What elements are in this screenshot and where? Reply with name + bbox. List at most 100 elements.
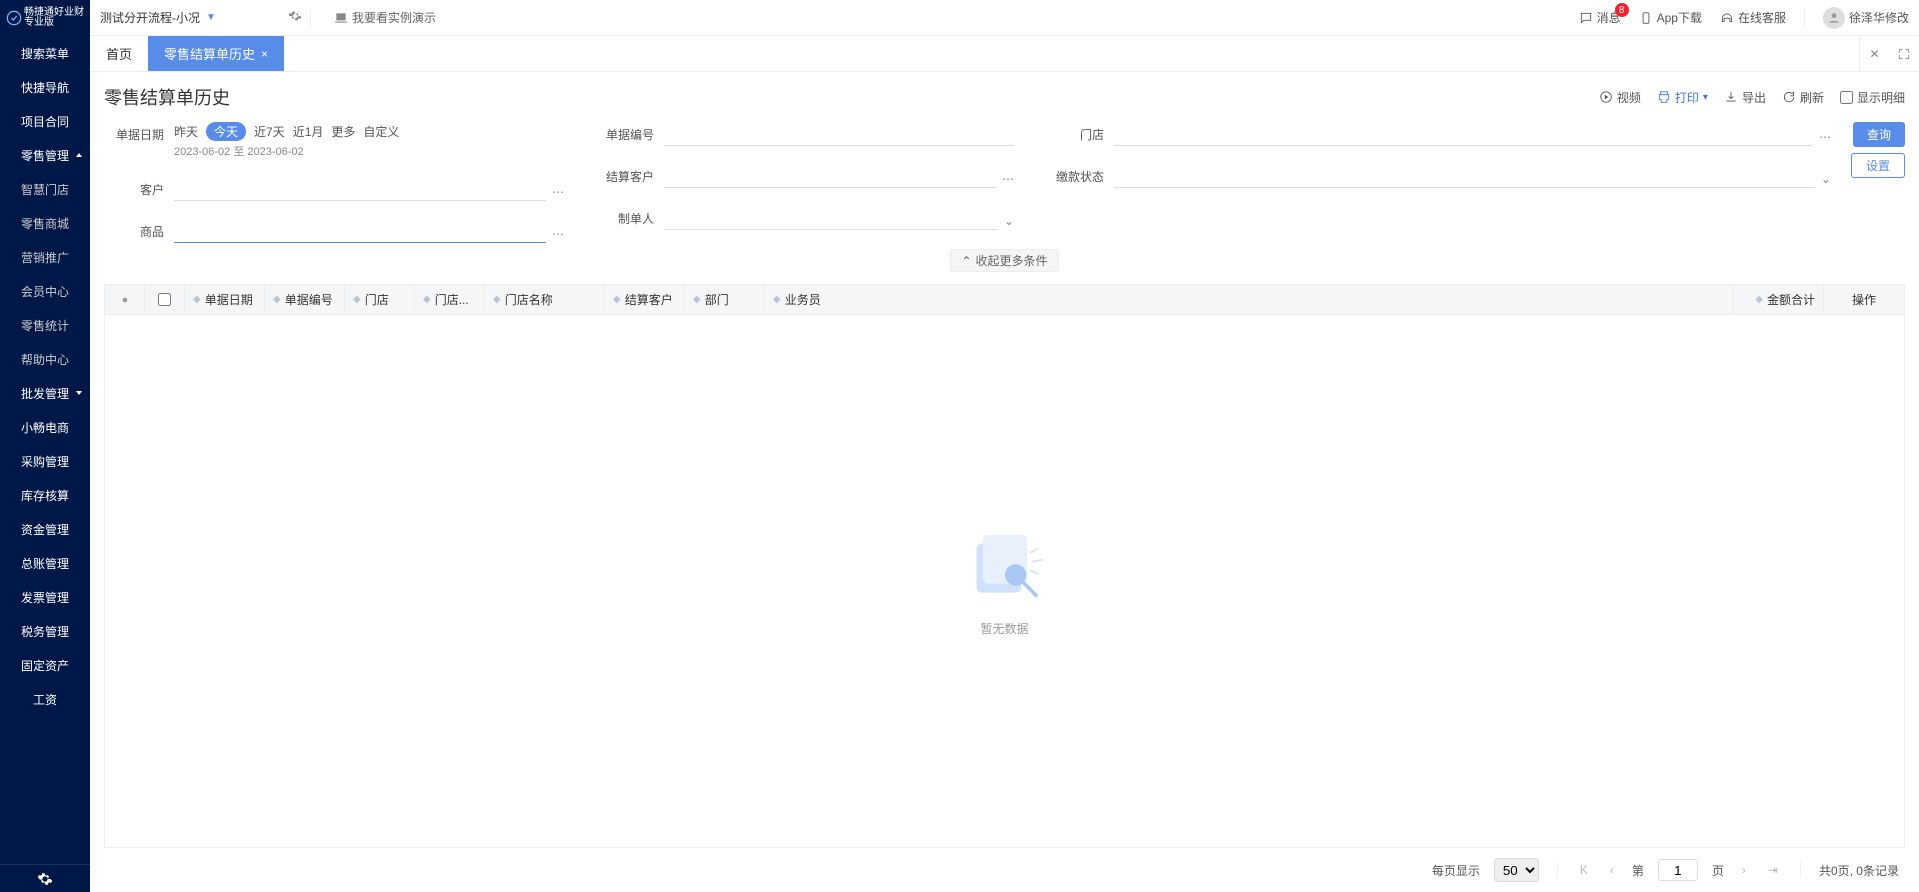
empty-text: 暂无数据: [980, 620, 1028, 637]
date-preset[interactable]: 昨天: [174, 123, 198, 140]
sidebar-item[interactable]: 固定资产: [0, 648, 90, 682]
messages-button[interactable]: 消息 8: [1579, 9, 1621, 26]
sidebar-subitem[interactable]: 营销推广: [0, 240, 90, 274]
col-store-ext[interactable]: ◆门店...: [415, 285, 485, 314]
sidebar-settings[interactable]: [0, 864, 90, 892]
export-action[interactable]: 导出: [1724, 89, 1766, 106]
maker-input[interactable]: [664, 206, 998, 230]
col-settle-customer[interactable]: ◆结算客户: [605, 285, 685, 314]
date-preset[interactable]: 自定义: [363, 123, 399, 140]
brand-line2: 专业版: [24, 18, 84, 28]
tab-home[interactable]: 首页: [90, 36, 148, 71]
video-action[interactable]: 视频: [1599, 89, 1641, 106]
date-preset[interactable]: 近7天: [254, 123, 285, 140]
table-settings-col[interactable]: [105, 285, 145, 314]
sidebar-item[interactable]: 库存核算: [0, 478, 90, 512]
show-detail-label: 显示明细: [1857, 89, 1905, 106]
sidebar-item[interactable]: 总账管理: [0, 546, 90, 580]
chevron-down-icon[interactable]: ⌄: [1821, 172, 1831, 188]
customer-input[interactable]: [174, 177, 546, 201]
divider: [1804, 9, 1805, 27]
chevron-down-icon: ▼: [206, 12, 216, 23]
col-salesman[interactable]: ◆业务员: [765, 285, 1734, 314]
show-detail-checkbox[interactable]: [1840, 91, 1853, 104]
sort-icon: ◆: [193, 294, 201, 305]
sort-icon: ◆: [693, 294, 701, 305]
per-page-select[interactable]: 50: [1494, 858, 1539, 882]
more-icon[interactable]: ⋯: [552, 185, 564, 201]
goods-input[interactable]: [174, 219, 546, 243]
more-icon[interactable]: ⋯: [1002, 172, 1014, 188]
fullscreen-button[interactable]: [1889, 47, 1919, 61]
query-button[interactable]: 查询: [1853, 122, 1905, 147]
sidebar-subitem[interactable]: 帮助中心: [0, 342, 90, 376]
select-all-checkbox[interactable]: [158, 293, 171, 306]
sidebar-item[interactable]: 资金管理: [0, 512, 90, 546]
close-all-tabs-button[interactable]: ✕: [1859, 36, 1889, 72]
play-icon: [1599, 90, 1613, 104]
page-actions: 视频 打印▾ 导出 刷新 显示明细: [1599, 89, 1905, 106]
settle-customer-input[interactable]: [664, 164, 996, 188]
col-store[interactable]: ◆门店: [345, 285, 415, 314]
entity-settings-icon[interactable]: [288, 9, 302, 26]
sidebar-subitem[interactable]: 零售统计: [0, 308, 90, 342]
col-dept[interactable]: ◆部门: [685, 285, 765, 314]
first-page-button[interactable]: K: [1576, 863, 1592, 877]
tab-retail-settlement-history[interactable]: 零售结算单历史 ×: [148, 36, 284, 71]
col-no[interactable]: ◆单据编号: [265, 285, 345, 314]
entity-selector[interactable]: 测试分开流程-小况 ▼: [100, 9, 280, 26]
doc-no-input[interactable]: [664, 122, 1014, 146]
sidebar-item[interactable]: 发票管理: [0, 580, 90, 614]
refresh-label: 刷新: [1800, 89, 1824, 106]
user-menu[interactable]: 徐泽华修改: [1823, 7, 1909, 29]
sidebar-item[interactable]: 批发管理: [0, 376, 90, 410]
filter-settings-button[interactable]: 设置: [1851, 153, 1905, 178]
page-head: 零售结算单历史 视频 打印▾ 导出 刷新 显示明细: [90, 72, 1919, 116]
col-amount[interactable]: ◆金额合计: [1734, 285, 1824, 314]
app-download-button[interactable]: App下载: [1639, 9, 1702, 26]
more-icon[interactable]: ⋯: [1819, 130, 1831, 146]
select-all-col[interactable]: [145, 285, 185, 314]
sidebar-item[interactable]: 采购管理: [0, 444, 90, 478]
collapse-label: 收起更多条件: [976, 252, 1048, 269]
online-service-button[interactable]: 在线客服: [1720, 9, 1786, 26]
sidebar-item[interactable]: 小畅电商: [0, 410, 90, 444]
date-preset[interactable]: 今天: [206, 122, 246, 141]
pagination: 每页显示 50 K ‹ 第 页 › ⇥ 共0页, 0条记录: [90, 848, 1919, 892]
sidebar-item[interactable]: 项目合同: [0, 104, 90, 138]
page-input[interactable]: [1658, 859, 1698, 881]
sidebar-item[interactable]: 搜索菜单: [0, 36, 90, 70]
filter-date: 单据日期 昨天今天近7天近1月更多自定义 2023-06-02 至 2023-0…: [104, 122, 564, 159]
date-range-text: 2023-06-02 至 2023-06-02: [174, 143, 564, 159]
sidebar-item[interactable]: 快捷导航: [0, 70, 90, 104]
entity-name: 测试分开流程-小况: [100, 9, 200, 26]
prev-page-button[interactable]: ‹: [1606, 863, 1618, 877]
demo-link[interactable]: 我要看实例演示: [334, 9, 436, 26]
print-action[interactable]: 打印▾: [1657, 89, 1708, 106]
chevron-down-icon[interactable]: ⌄: [1004, 214, 1014, 230]
sidebar-item[interactable]: 工资: [0, 682, 90, 716]
close-icon[interactable]: ×: [261, 47, 268, 61]
show-detail-toggle[interactable]: 显示明细: [1840, 89, 1905, 106]
sidebar-subitem[interactable]: 智慧门店: [0, 172, 90, 206]
collapse-filters-button[interactable]: ⌃ 收起更多条件: [950, 249, 1058, 272]
sidebar-item[interactable]: 零售管理: [0, 138, 90, 172]
col-store-name[interactable]: ◆门店名称: [485, 285, 605, 314]
date-preset[interactable]: 近1月: [293, 123, 324, 140]
sidebar-subitem[interactable]: 会员中心: [0, 274, 90, 308]
pager-summary: 共0页, 0条记录: [1819, 862, 1899, 879]
divider: [1557, 862, 1558, 878]
store-input[interactable]: [1114, 122, 1813, 146]
sort-icon: ◆: [613, 294, 621, 305]
collect-status-input[interactable]: [1114, 164, 1815, 188]
divider: [310, 9, 311, 27]
last-page-button[interactable]: ⇥: [1764, 863, 1782, 877]
date-preset[interactable]: 更多: [331, 123, 355, 140]
refresh-action[interactable]: 刷新: [1782, 89, 1824, 106]
next-page-button[interactable]: ›: [1738, 863, 1750, 877]
sidebar-subitem[interactable]: 零售商城: [0, 206, 90, 240]
col-date[interactable]: ◆单据日期: [185, 285, 265, 314]
more-icon[interactable]: ⋯: [552, 227, 564, 243]
sidebar-item[interactable]: 税务管理: [0, 614, 90, 648]
print-label: 打印: [1675, 89, 1699, 106]
